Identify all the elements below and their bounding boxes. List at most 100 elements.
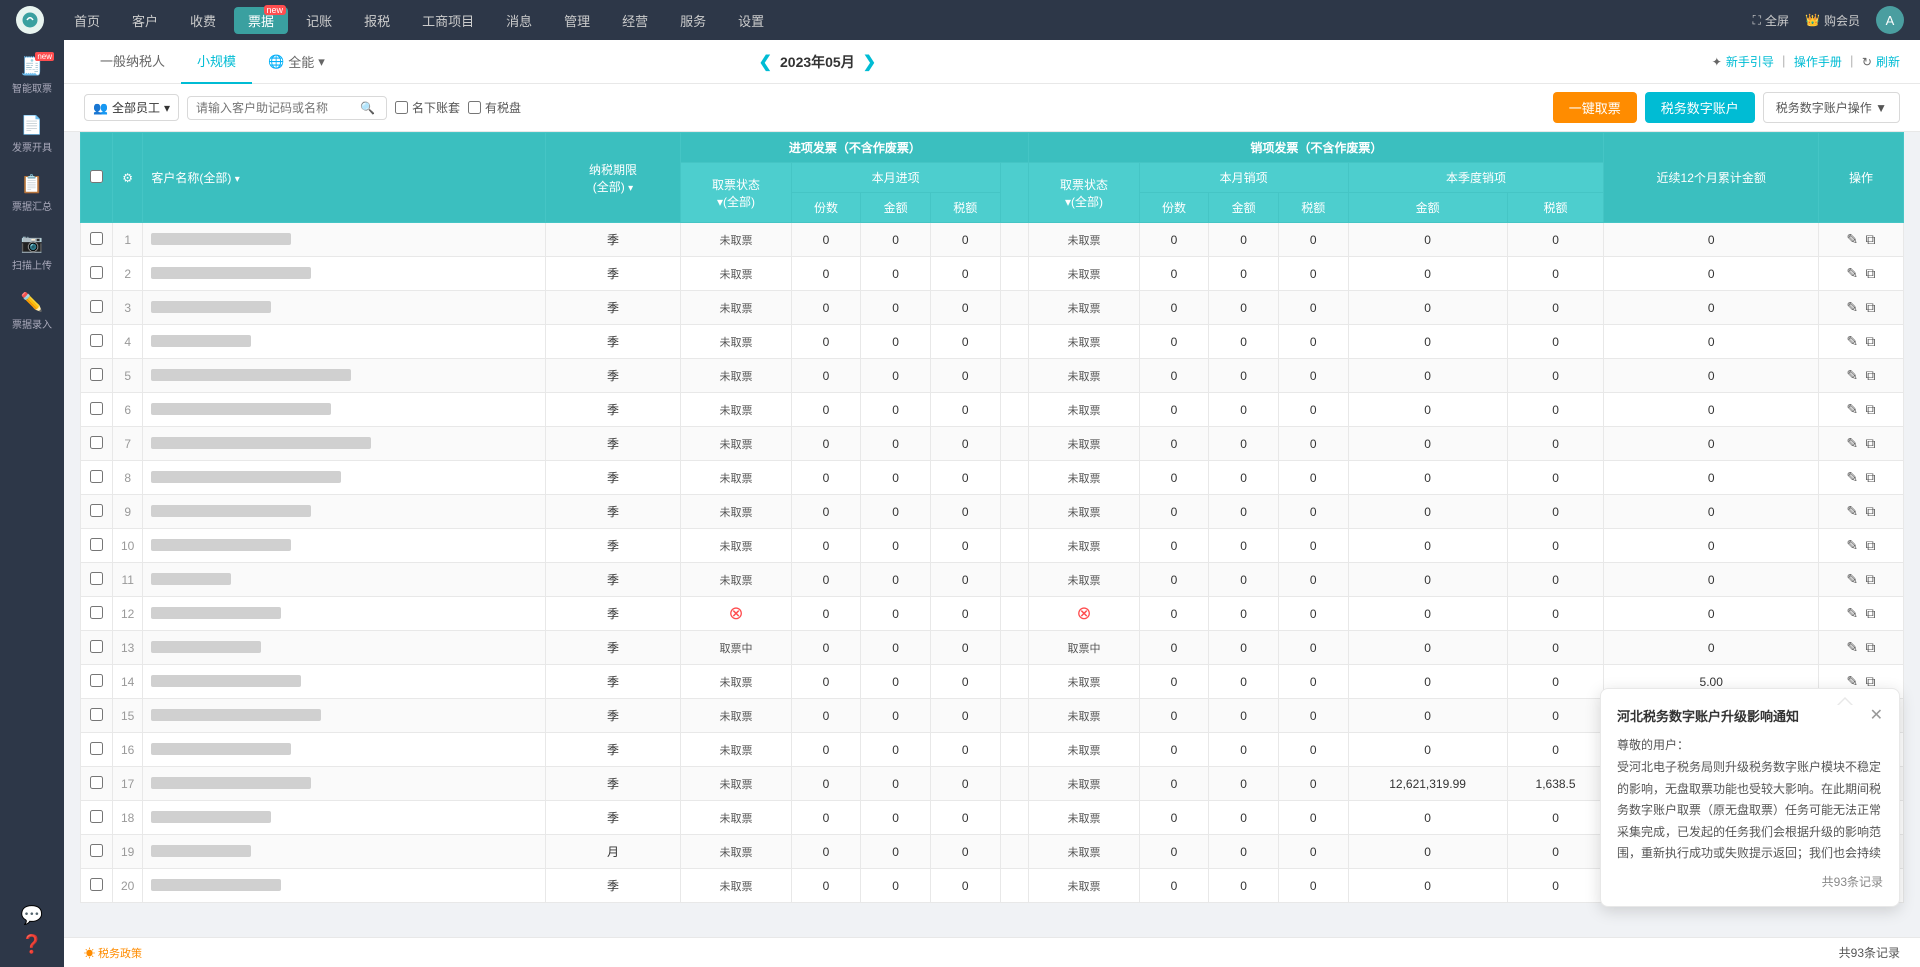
tax-digital-account-button[interactable]: 税务数字账户 [1645,92,1755,123]
sidebar-item-invoice-open[interactable]: 📄 发票开具 [4,107,60,162]
nav-tax[interactable]: 报税 [350,7,404,34]
cumulative-cell: 0 [1604,427,1818,461]
sidebar-item-invoice-summary[interactable]: 📋 票据汇总 [4,166,60,221]
nav-operation[interactable]: 经营 [608,7,662,34]
nav-business[interactable]: 工商项目 [408,7,488,34]
tab-all-capability[interactable]: 🌐 全能 ▾ [252,40,341,83]
copy-button[interactable]: ⧉ [1864,399,1878,420]
edit-button[interactable]: ✎ [1844,229,1860,250]
sidebar-item-invoice-entry[interactable]: ✏️ 票据录入 [4,284,60,339]
row-checkbox[interactable] [90,742,103,755]
row-checkbox[interactable] [90,776,103,789]
edit-button[interactable]: ✎ [1844,399,1860,420]
copy-button[interactable]: ⧉ [1864,331,1878,352]
copy-button[interactable]: ⧉ [1864,501,1878,522]
output-amount-cell: 0 [1209,325,1279,359]
under-account-checkbox[interactable]: 名下账套 [395,99,460,116]
edit-button[interactable]: ✎ [1844,365,1860,386]
row-checkbox[interactable] [90,300,103,313]
next-month-button[interactable]: ❯ [863,52,876,72]
row-checkbox[interactable] [90,810,103,823]
copy-button[interactable]: ⧉ [1864,569,1878,590]
edit-button[interactable]: ✎ [1844,535,1860,556]
row-checkbox[interactable] [90,266,103,279]
search-input[interactable] [196,101,356,115]
fullscreen-button[interactable]: ⛶ 全屏 [1753,12,1789,29]
member-button[interactable]: 👑 购会员 [1805,12,1860,29]
input-status-cell: 未取票 [681,257,791,291]
nav-settings[interactable]: 设置 [724,7,778,34]
nav-message[interactable]: 消息 [492,7,546,34]
avatar[interactable]: A [1876,6,1904,34]
nav-service[interactable]: 服务 [666,7,720,34]
edit-button[interactable]: ✎ [1844,569,1860,590]
row-checkbox[interactable] [90,674,103,687]
sidebar-item-smart-invoice[interactable]: 🧾 智能取票 new [4,48,60,103]
staff-select[interactable]: 👥 全部员工 ▾ [84,94,179,121]
nav-fee[interactable]: 收费 [176,7,230,34]
action-cell: ✎ ⧉ [1818,461,1903,495]
input-count-cell: 0 [791,495,861,529]
edit-button[interactable]: ✎ [1844,501,1860,522]
row-checkbox[interactable] [90,436,103,449]
settings-icon[interactable]: ⚙ [122,171,133,185]
copy-button[interactable]: ⧉ [1864,603,1878,624]
row-checkbox[interactable] [90,368,103,381]
has-tax-disk-checkbox[interactable]: 有税盘 [468,99,521,116]
edit-button[interactable]: ✎ [1844,637,1860,658]
one-click-invoice-button[interactable]: 一键取票 [1553,92,1637,123]
edit-button[interactable]: ✎ [1844,433,1860,454]
row-checkbox[interactable] [90,606,103,619]
under-account-check[interactable] [395,101,408,114]
nav-customer[interactable]: 客户 [118,7,172,34]
refresh-button[interactable]: 刷新 [1876,53,1900,70]
tax-policy-link[interactable]: ☀ 税务政策 [84,945,142,961]
output-count-cell: 0 [1139,359,1209,393]
row-checkbox[interactable] [90,232,103,245]
edit-button[interactable]: ✎ [1844,331,1860,352]
tax-digital-account-action-button[interactable]: 税务数字账户操作 ▼ [1763,92,1900,123]
row-checkbox[interactable] [90,538,103,551]
copy-button[interactable]: ⧉ [1864,297,1878,318]
edit-button[interactable]: ✎ [1844,603,1860,624]
customer-name-blurred: █ [151,437,371,449]
status-label: 未取票 [1068,847,1101,859]
has-tax-disk-check[interactable] [468,101,481,114]
tab-small-scale[interactable]: 小规模 [181,40,252,84]
row-checkbox[interactable] [90,572,103,585]
edit-button[interactable]: ✎ [1844,297,1860,318]
operation-manual-link[interactable]: 操作手册 [1794,53,1842,70]
new-user-guide-link[interactable]: 新手引导 [1726,53,1774,70]
chat-icon[interactable]: 💬 [21,905,43,926]
sidebar-label-scan-upload: 扫描上传 [12,257,52,272]
row-checkbox[interactable] [90,878,103,891]
nav-home[interactable]: 首页 [60,7,114,34]
tab-general-taxpayer[interactable]: 一般纳税人 [84,40,181,84]
row-checkbox[interactable] [90,640,103,653]
input-empty-cell [1000,291,1029,325]
select-all-checkbox[interactable] [90,170,103,183]
copy-button[interactable]: ⧉ [1864,365,1878,386]
row-checkbox[interactable] [90,708,103,721]
nav-accounting[interactable]: 记账 [292,7,346,34]
edit-button[interactable]: ✎ [1844,263,1860,284]
row-checkbox[interactable] [90,470,103,483]
nav-manage[interactable]: 管理 [550,7,604,34]
nav-invoice[interactable]: 票据 new [234,7,288,34]
copy-button[interactable]: ⧉ [1864,637,1878,658]
help-icon[interactable]: ❓ [21,934,43,955]
copy-button[interactable]: ⧉ [1864,263,1878,284]
sidebar-item-scan-upload[interactable]: 📷 扫描上传 [4,225,60,280]
copy-button[interactable]: ⧉ [1864,467,1878,488]
copy-button[interactable]: ⧉ [1864,433,1878,454]
copy-button[interactable]: ⧉ [1864,535,1878,556]
prev-month-button[interactable]: ❮ [759,52,772,72]
row-checkbox[interactable] [90,334,103,347]
edit-button[interactable]: ✎ [1844,467,1860,488]
copy-button[interactable]: ⧉ [1864,229,1878,250]
action-cell: ✎ ⧉ [1818,325,1903,359]
row-checkbox[interactable] [90,402,103,415]
row-checkbox[interactable] [90,844,103,857]
row-checkbox[interactable] [90,504,103,517]
notif-close-button[interactable]: ✕ [1870,705,1883,725]
